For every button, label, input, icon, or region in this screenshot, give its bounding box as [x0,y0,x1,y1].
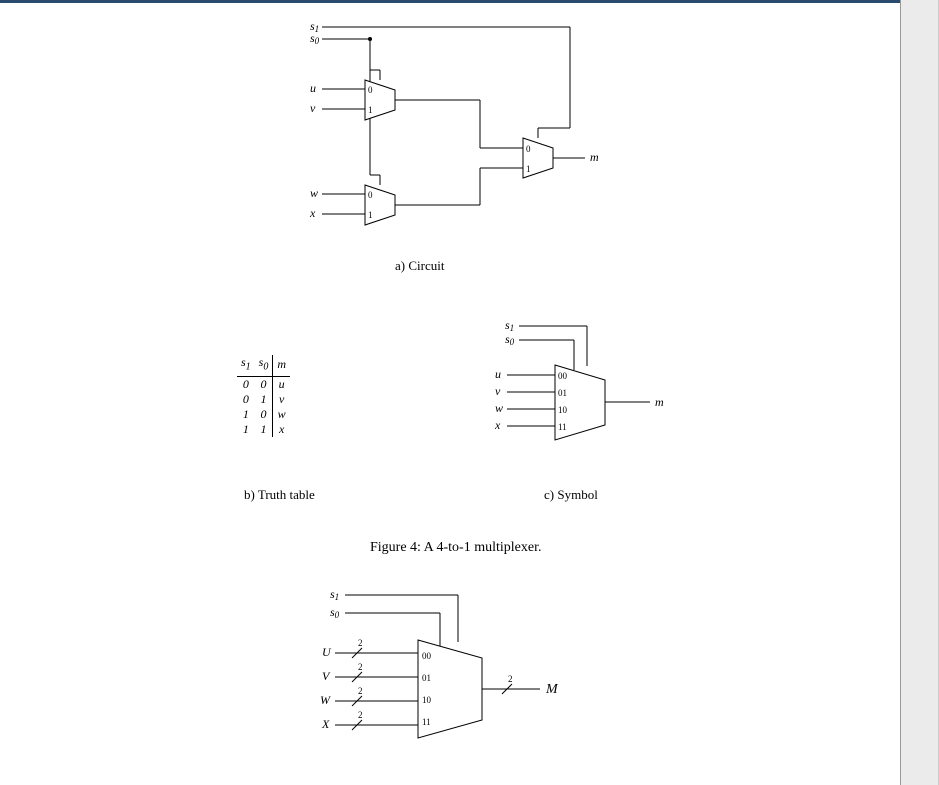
svg-text:00: 00 [422,651,432,661]
figure-caption: Figure 4: A 4-to-1 multiplexer. [370,540,542,556]
svg-text:2: 2 [358,638,363,648]
symbol-diagram-bottom: s1 s0 U 2 00 V 2 01 W 2 10 X 2 11 2 [290,580,610,770]
svg-text:W: W [320,693,331,707]
svg-text:v: v [495,384,501,398]
circuit-diagram-a: s1 s0 u 0 v 1 w 0 x 1 [280,20,600,250]
window-topbar [0,0,900,3]
svg-text:m: m [655,395,664,409]
svg-text:V: V [322,669,331,683]
table-row: 10w [237,407,290,422]
svg-text:s0: s0 [330,605,340,620]
svg-text:2: 2 [358,686,363,696]
truth-table: s1 s0 m 00u 01v 10w 11x [237,355,290,437]
svg-text:2: 2 [508,674,513,684]
caption-b: b) Truth table [244,487,315,503]
caption-a: a) Circuit [395,258,444,274]
table-row: 01v [237,392,290,407]
svg-text:s1: s1 [330,587,339,602]
table-row: 11x [237,422,290,437]
svg-text:2: 2 [358,662,363,672]
svg-text:U: U [322,645,332,659]
svg-text:s0: s0 [505,332,515,347]
label-u: u [310,81,316,95]
document-page: s1 s0 u 0 v 1 w 0 x 1 [0,0,901,785]
label-m: m [590,150,599,164]
svg-text:1: 1 [526,164,531,174]
svg-text:0: 0 [526,144,531,154]
svg-text:u: u [495,367,501,381]
svg-text:0: 0 [368,190,373,200]
svg-text:01: 01 [422,673,431,683]
svg-text:00: 00 [558,371,568,381]
svg-text:10: 10 [558,405,568,415]
svg-text:x: x [494,418,501,432]
svg-text:01: 01 [558,388,567,398]
svg-text:2: 2 [358,710,363,720]
svg-text:1: 1 [368,105,373,115]
svg-text:X: X [321,717,330,731]
svg-text:1: 1 [368,210,373,220]
label-v: v [310,101,316,115]
svg-text:M: M [545,682,559,697]
svg-text:0: 0 [368,85,373,95]
svg-text:10: 10 [422,695,432,705]
svg-text:11: 11 [558,422,567,432]
label-w: w [310,186,318,200]
label-x: x [309,206,316,220]
svg-text:w: w [495,401,503,415]
svg-text:11: 11 [422,717,431,727]
table-row: 00u [237,377,290,393]
svg-text:s1: s1 [505,318,514,333]
symbol-diagram-c: s1 s0 u 00 v 01 w 10 x 11 m [435,315,695,475]
caption-c: c) Symbol [544,487,598,503]
